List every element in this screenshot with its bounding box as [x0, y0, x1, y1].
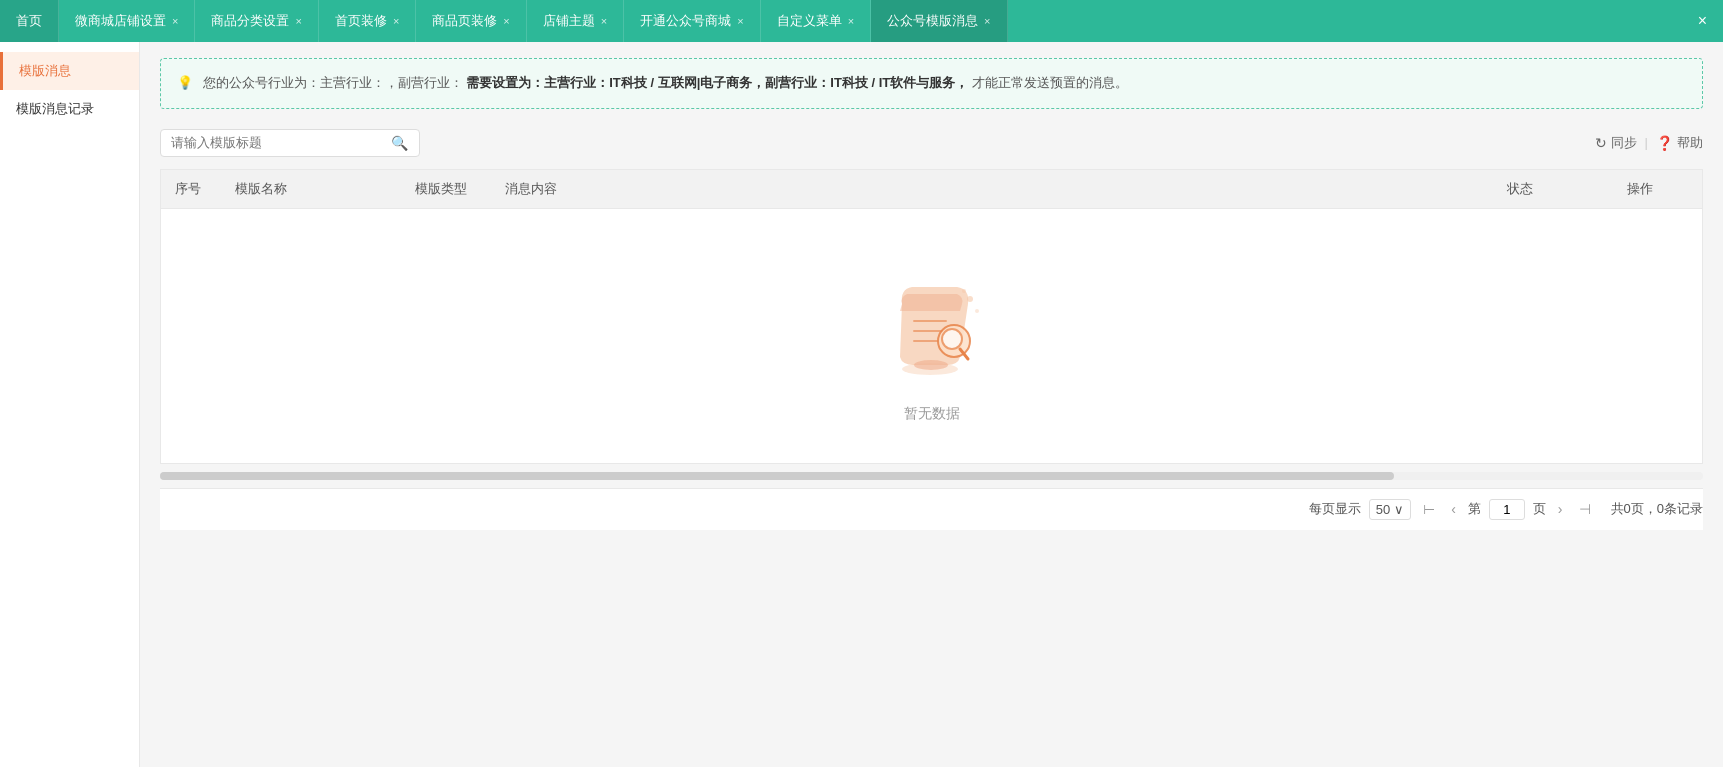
horizontal-scrollbar[interactable]: [160, 472, 1703, 480]
page-size-value: 50: [1376, 502, 1390, 517]
table-header-row: 序号 模版名称 模版类型 消息内容 状态 操作: [161, 169, 1703, 208]
nav-tab-mall[interactable]: 开通公众号商城×: [624, 0, 760, 42]
nav-tab-theme[interactable]: 店铺主题×: [527, 0, 624, 42]
nav-tab-product[interactable]: 商品页装修×: [416, 0, 526, 42]
page-size-select[interactable]: 50 ∨: [1369, 499, 1411, 520]
prev-page-button[interactable]: ‹: [1447, 499, 1460, 519]
first-page-button[interactable]: ⊢: [1419, 499, 1439, 519]
page-size-label: 每页显示: [1309, 500, 1361, 518]
nav-tab-category[interactable]: 商品分类设置×: [195, 0, 318, 42]
sidebar-item-template-msg[interactable]: 模版消息: [0, 52, 139, 90]
notice-icon: 💡: [177, 75, 193, 90]
scroll-thumb[interactable]: [160, 472, 1394, 480]
close-tab-menu[interactable]: ×: [848, 15, 854, 27]
close-tab-template[interactable]: ×: [984, 15, 990, 27]
col-header-type: 模版类型: [401, 169, 491, 208]
notice-prefix: 您的公众号行业为：主营行业：，副营行业：: [203, 75, 463, 90]
close-tab-product[interactable]: ×: [503, 15, 509, 27]
toolbar-divider: |: [1645, 135, 1648, 150]
empty-illustration: [872, 269, 992, 389]
col-header-name: 模版名称: [221, 169, 401, 208]
empty-text: 暂无数据: [904, 405, 960, 423]
page-unit: 页: [1533, 500, 1546, 518]
nav-tab-homepage[interactable]: 首页装修×: [319, 0, 416, 42]
close-tab-theme[interactable]: ×: [601, 15, 607, 27]
sync-label: 同步: [1611, 134, 1637, 152]
page-size-dropdown-icon[interactable]: ∨: [1394, 502, 1404, 517]
empty-state-row: 暂无数据: [161, 208, 1703, 463]
nav-tab-weishop[interactable]: 微商城店铺设置×: [59, 0, 195, 42]
sidebar-item-template-log[interactable]: 模版消息记录: [0, 90, 139, 128]
svg-point-9: [975, 309, 979, 313]
search-wrapper: 🔍: [160, 129, 420, 157]
help-label: 帮助: [1677, 134, 1703, 152]
pagination: 每页显示 50 ∨ ⊢ ‹ 第 页 › ⊣ 共0页，0条记录: [160, 488, 1703, 530]
last-page-button[interactable]: ⊣: [1575, 499, 1595, 519]
col-header-action: 操作: [1613, 169, 1703, 208]
sidebar: 模版消息模版消息记录: [0, 42, 140, 767]
top-nav: 首页微商城店铺设置×商品分类设置×首页装修×商品页装修×店铺主题×开通公众号商城…: [0, 0, 1723, 42]
page-word: 第: [1468, 500, 1481, 518]
svg-point-6: [942, 329, 962, 349]
main-layout: 模版消息模版消息记录 💡 您的公众号行业为：主营行业：，副营行业： 需要设置为：…: [0, 42, 1723, 767]
content-area: 💡 您的公众号行业为：主营行业：，副营行业： 需要设置为：主营行业：IT科技 /…: [140, 42, 1723, 767]
close-tab-weishop[interactable]: ×: [172, 15, 178, 27]
search-input[interactable]: [171, 135, 391, 150]
help-button[interactable]: ❓ 帮助: [1656, 134, 1703, 152]
close-tab-homepage[interactable]: ×: [393, 15, 399, 27]
svg-point-10: [962, 289, 966, 293]
data-table: 序号 模版名称 模版类型 消息内容 状态 操作: [160, 169, 1703, 464]
notice-highlight: 需要设置为：主营行业：IT科技 / 互联网|电子商务，副营行业：IT科技 / I…: [466, 75, 968, 90]
nav-tab-template[interactable]: 公众号模版消息×: [871, 0, 1007, 42]
close-tab-mall[interactable]: ×: [737, 15, 743, 27]
toolbar-right: ↻ 同步 | ❓ 帮助: [1595, 134, 1703, 152]
col-header-content: 消息内容: [491, 169, 1493, 208]
sync-icon: ↻: [1595, 135, 1607, 151]
search-button[interactable]: 🔍: [391, 135, 408, 151]
page-input[interactable]: [1489, 499, 1525, 520]
notice-suffix: 才能正常发送预置的消息。: [972, 75, 1128, 90]
svg-point-1: [914, 360, 948, 370]
nav-tab-menu[interactable]: 自定义菜单×: [761, 0, 871, 42]
search-bar: 🔍 ↻ 同步 | ❓ 帮助: [160, 129, 1703, 157]
next-page-button[interactable]: ›: [1554, 499, 1567, 519]
close-tab-category[interactable]: ×: [295, 15, 301, 27]
total-info: 共0页，0条记录: [1611, 500, 1703, 518]
col-header-status: 状态: [1493, 169, 1613, 208]
sync-button[interactable]: ↻ 同步: [1595, 134, 1637, 152]
svg-point-8: [967, 296, 973, 302]
col-header-seq: 序号: [161, 169, 221, 208]
notice-box: 💡 您的公众号行业为：主营行业：，副营行业： 需要设置为：主营行业：IT科技 /…: [160, 58, 1703, 109]
help-icon: ❓: [1656, 135, 1673, 151]
nav-tab-home[interactable]: 首页: [0, 0, 59, 42]
global-close-button[interactable]: ×: [1682, 0, 1723, 42]
empty-state: 暂无数据: [161, 209, 1702, 463]
